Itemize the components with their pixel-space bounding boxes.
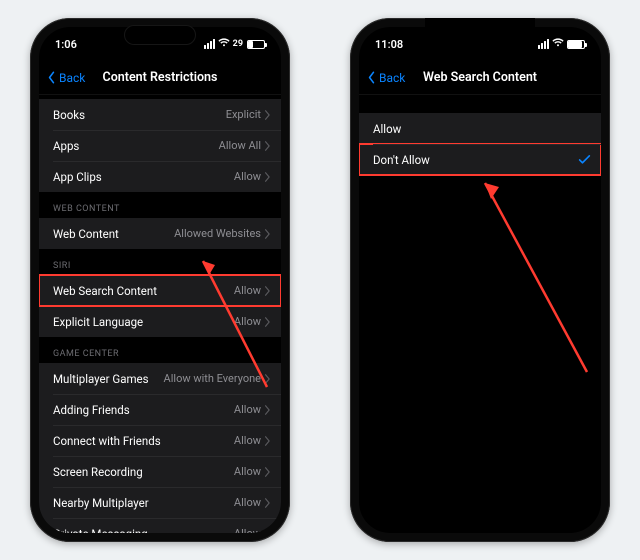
section-header: GAME CENTER (39, 349, 281, 363)
row-explicit-language[interactable]: Explicit Language Allow (39, 306, 281, 337)
row-multiplayer-games[interactable]: Multiplayer GamesAllow with Everyone (39, 363, 281, 394)
nav-bar: Back Content Restrictions (39, 61, 281, 95)
row-web-content[interactable]: Web Content Allowed Websites (39, 218, 281, 249)
option-dont-allow[interactable]: Don't Allow (359, 144, 601, 175)
group-web-content: WEB CONTENT Web Content Allowed Websites (39, 204, 281, 249)
check-icon (578, 153, 591, 166)
status-right: 29 (204, 38, 265, 50)
group-options: Allow Don't Allow (359, 113, 601, 175)
option-label: Allow (373, 122, 591, 136)
status-bar: 11:08 (359, 27, 601, 61)
row-value: Explicit (226, 108, 261, 121)
chevron-right-icon (263, 374, 271, 384)
content-left[interactable]: Books Explicit Apps Allow All App Clips … (39, 95, 281, 533)
screen-left: 1:06 29 Back Content Restrictions (39, 27, 281, 533)
row-value: Allow (234, 284, 261, 297)
row-label: App Clips (53, 170, 234, 184)
row-value: Allow with Everyone (164, 372, 261, 385)
phone-left: 1:06 29 Back Content Restrictions (30, 18, 290, 542)
group-top: Books Explicit Apps Allow All App Clips … (39, 99, 281, 192)
row-label: Apps (53, 139, 219, 153)
back-button[interactable]: Back (45, 71, 85, 85)
battery-icon (567, 40, 585, 49)
chevron-right-icon (263, 110, 271, 120)
wifi-icon (218, 38, 230, 50)
row-label: Explicit Language (53, 315, 234, 329)
chevron-right-icon (263, 172, 271, 182)
row-label: Books (53, 108, 226, 122)
signal-icon (538, 39, 549, 49)
group-game-center: GAME CENTER Multiplayer GamesAllow with … (39, 349, 281, 533)
status-time: 1:06 (55, 38, 77, 51)
back-label: Back (59, 71, 85, 85)
row-value: Allow (234, 434, 261, 447)
chevron-right-icon (263, 467, 271, 477)
row-label: Web Search Content (53, 284, 234, 298)
group-siri: SIRI Web Search Content Allow Explicit L… (39, 261, 281, 337)
screen-right: 11:08 Back Web Search Content Allow (359, 27, 601, 533)
row-nearby-multiplayer[interactable]: Nearby MultiplayerAllow (39, 487, 281, 518)
row-label: Screen Recording (53, 465, 234, 479)
row-screen-recording[interactable]: Screen RecordingAllow (39, 456, 281, 487)
chevron-right-icon (263, 405, 271, 415)
row-value: Allow (234, 170, 261, 183)
signal-icon (204, 39, 215, 49)
status-right (538, 38, 585, 50)
row-books[interactable]: Books Explicit (39, 99, 281, 130)
row-connect-with-friends[interactable]: Connect with FriendsAllow (39, 425, 281, 456)
row-value: Allow (234, 496, 261, 509)
row-value: Allow (234, 315, 261, 328)
back-label: Back (379, 71, 405, 85)
row-web-search-content[interactable]: Web Search Content Allow (39, 275, 281, 306)
content-right[interactable]: Allow Don't Allow (359, 95, 601, 533)
row-value: Allowed Websites (174, 227, 261, 240)
chevron-right-icon (263, 529, 271, 534)
nav-bar: Back Web Search Content (359, 61, 601, 95)
row-label: Private Messaging (53, 527, 234, 534)
row-value: Allow (234, 527, 261, 533)
row-label: Adding Friends (53, 403, 234, 417)
section-header: WEB CONTENT (39, 204, 281, 218)
chevron-right-icon (263, 317, 271, 327)
phone-right: 11:08 Back Web Search Content Allow (350, 18, 610, 542)
status-bar: 1:06 29 (39, 27, 281, 61)
row-app-clips[interactable]: App Clips Allow (39, 161, 281, 192)
row-label: Connect with Friends (53, 434, 234, 448)
row-value: Allow (234, 465, 261, 478)
chevron-right-icon (263, 286, 271, 296)
section-header: SIRI (39, 261, 281, 275)
back-button[interactable]: Back (365, 71, 405, 85)
chevron-right-icon (263, 436, 271, 446)
row-apps[interactable]: Apps Allow All (39, 130, 281, 161)
battery-percent: 29 (233, 39, 243, 49)
row-adding-friends[interactable]: Adding FriendsAllow (39, 394, 281, 425)
chevron-right-icon (263, 141, 271, 151)
row-value: Allow (234, 403, 261, 416)
chevron-left-icon (365, 71, 378, 84)
chevron-right-icon (263, 498, 271, 508)
wifi-icon (552, 38, 564, 50)
row-private-messaging[interactable]: Private MessagingAllow (39, 518, 281, 533)
row-label: Web Content (53, 227, 174, 241)
option-label: Don't Allow (373, 153, 578, 167)
chevron-left-icon (45, 71, 58, 84)
chevron-right-icon (263, 229, 271, 239)
status-time: 11:08 (375, 38, 403, 51)
battery-icon (247, 40, 265, 49)
row-label: Nearby Multiplayer (53, 496, 234, 510)
option-allow[interactable]: Allow (359, 113, 601, 144)
row-label: Multiplayer Games (53, 372, 164, 386)
row-value: Allow All (219, 139, 261, 152)
